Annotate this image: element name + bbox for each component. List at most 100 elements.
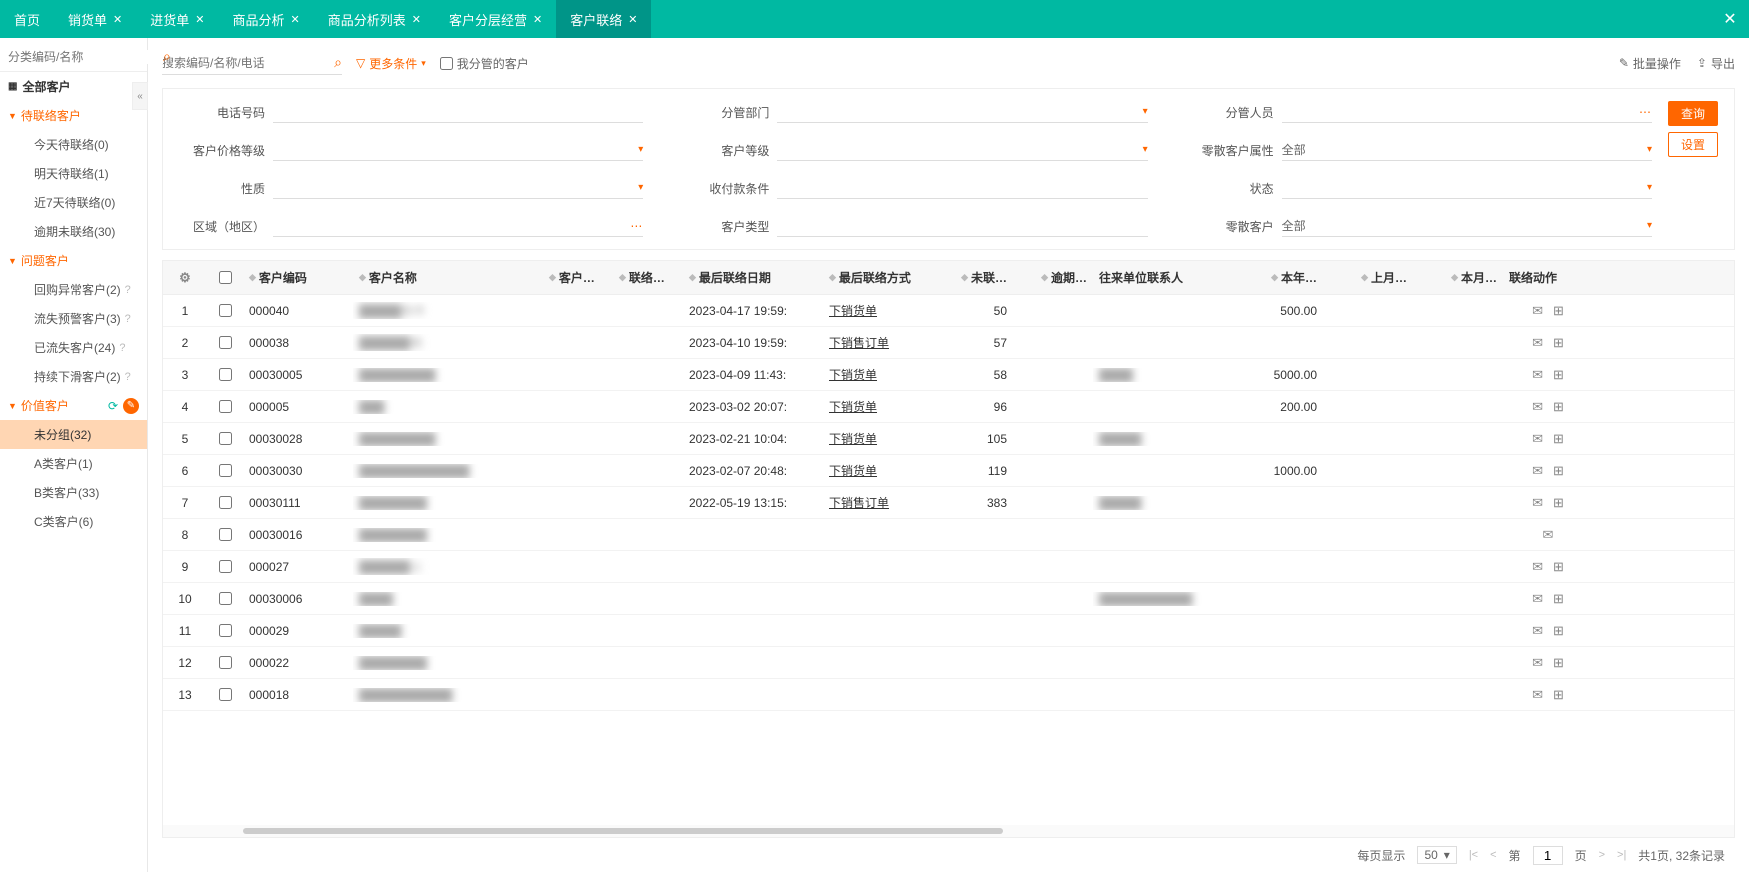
close-icon[interactable]: ✕ (412, 13, 421, 26)
grid-icon[interactable]: ⊞ (1553, 303, 1564, 319)
sidebar-item[interactable]: 回购异常客户(2)? (0, 275, 147, 304)
grid-icon[interactable]: ⊞ (1553, 495, 1564, 511)
close-all-tabs[interactable]: ✕ (1711, 0, 1749, 38)
more-conditions[interactable]: ▽ 更多条件 ▾ (356, 55, 426, 72)
grid-icon[interactable]: ⊞ (1553, 687, 1564, 703)
sidebar-item[interactable]: 明天待联络(1) (0, 159, 147, 188)
row-checkbox[interactable] (219, 432, 232, 445)
refresh-icon[interactable]: ⟳ (108, 399, 118, 413)
method-link[interactable]: 下销货单 (829, 462, 877, 479)
method-link[interactable]: 下销售订单 (829, 334, 889, 351)
col-contact[interactable]: ◆联络… (613, 269, 683, 286)
filter-pay-cond[interactable]: 收付款条件 (683, 177, 1147, 199)
row-checkbox[interactable] (219, 688, 232, 701)
horizontal-scrollbar[interactable] (163, 825, 1734, 837)
grid-icon[interactable]: ⊞ (1553, 431, 1564, 447)
col-last-month[interactable]: ◆上月… (1323, 269, 1413, 286)
method-link[interactable]: 下销货单 (829, 398, 877, 415)
chat-icon[interactable]: ✉ (1532, 367, 1543, 383)
chat-icon[interactable]: ✉ (1532, 687, 1543, 703)
search-icon[interactable]: ⌕ (334, 54, 342, 71)
col-last-method[interactable]: ◆最后联络方式 (823, 269, 933, 286)
close-icon[interactable]: ✕ (195, 13, 204, 26)
method-link[interactable]: 下销售订单 (829, 494, 889, 511)
grid-icon[interactable]: ⊞ (1553, 463, 1564, 479)
sidebar-item[interactable]: A类客户(1) (0, 449, 147, 478)
sidebar-root[interactable]: ▦ 全部客户 (0, 72, 147, 101)
help-icon[interactable]: ? (125, 371, 131, 383)
row-checkbox[interactable] (219, 528, 232, 541)
my-customers-checkbox[interactable]: 我分管的客户 (440, 55, 529, 72)
filter-grade[interactable]: 客户等级▾ (683, 139, 1147, 161)
filter-region[interactable]: 区域（地区）⋯ (179, 215, 643, 237)
chat-icon[interactable]: ✉ (1532, 303, 1543, 319)
query-button[interactable]: 查询 (1668, 101, 1718, 126)
filter-status[interactable]: 状态▾ (1188, 177, 1652, 199)
filter-price-level[interactable]: 客户价格等级▾ (179, 139, 643, 161)
grid-icon[interactable]: ⊞ (1553, 591, 1564, 607)
row-checkbox[interactable] (219, 592, 232, 605)
prev-page[interactable]: < (1490, 849, 1496, 861)
filter-retail-attr[interactable]: 零散客户属性全部▾ (1188, 139, 1652, 161)
chat-icon[interactable]: ✉ (1532, 623, 1543, 639)
col-overdue[interactable]: ◆逾期… (1013, 269, 1093, 286)
tab-客户联络[interactable]: 客户联络✕ (556, 0, 651, 38)
chat-icon[interactable]: ✉ (1532, 431, 1543, 447)
grid-icon[interactable]: ⊞ (1553, 559, 1564, 575)
tab-进货单[interactable]: 进货单✕ (136, 0, 218, 38)
chat-icon[interactable]: ✉ (1532, 655, 1543, 671)
search-icon[interactable]: ⌕ (163, 48, 171, 65)
chat-icon[interactable]: ✉ (1532, 335, 1543, 351)
row-checkbox[interactable] (219, 496, 232, 509)
chat-icon[interactable]: ✉ (1532, 591, 1543, 607)
export-button[interactable]: ⇪导出 (1697, 55, 1735, 72)
tab-商品分析列表[interactable]: 商品分析列表✕ (314, 0, 435, 38)
per-page-select[interactable]: 50▾ (1417, 846, 1456, 864)
close-icon[interactable]: ✕ (291, 13, 300, 26)
grid-icon[interactable]: ⊞ (1553, 335, 1564, 351)
main-search-input[interactable] (162, 52, 334, 74)
tab-客户分层经营[interactable]: 客户分层经营✕ (435, 0, 556, 38)
sidebar-group[interactable]: ▼待联络客户 (0, 101, 147, 130)
col-this-month[interactable]: ◆本月… (1413, 269, 1503, 286)
row-checkbox[interactable] (219, 336, 232, 349)
filter-cust-type[interactable]: 客户类型 (683, 215, 1147, 237)
row-checkbox[interactable] (219, 656, 232, 669)
row-checkbox[interactable] (219, 368, 232, 381)
col-nocontact[interactable]: ◆未联… (933, 269, 1013, 286)
close-icon[interactable]: ✕ (113, 13, 122, 26)
row-checkbox[interactable] (219, 304, 232, 317)
sidebar-item[interactable]: 今天待联络(0) (0, 130, 147, 159)
close-icon[interactable]: ✕ (533, 13, 542, 26)
filter-person[interactable]: 分管人员⋯ (1188, 101, 1652, 123)
sidebar-group[interactable]: ▼问题客户 (0, 246, 147, 275)
row-checkbox[interactable] (219, 400, 232, 413)
sidebar-item[interactable]: 流失预警客户(3)? (0, 304, 147, 333)
chat-icon[interactable]: ✉ (1543, 527, 1554, 543)
row-checkbox[interactable] (219, 624, 232, 637)
sidebar-item[interactable]: C类客户(6) (0, 507, 147, 536)
sidebar-item[interactable]: 近7天待联络(0) (0, 188, 147, 217)
col-last-date[interactable]: ◆最后联络日期 (683, 269, 823, 286)
help-icon[interactable]: ? (125, 284, 131, 296)
sidebar-item[interactable]: 已流失客户(24)? (0, 333, 147, 362)
col-this-year[interactable]: ◆本年… (1223, 269, 1323, 286)
sidebar-item[interactable]: 持续下滑客户(2)? (0, 362, 147, 391)
col-cust[interactable]: ◆客户… (543, 269, 613, 286)
my-customers-input[interactable] (440, 57, 453, 70)
chat-icon[interactable]: ✉ (1532, 495, 1543, 511)
last-page[interactable]: >| (1617, 849, 1626, 861)
sidebar-collapse-toggle[interactable]: « (132, 82, 148, 110)
sidebar-group[interactable]: ▼价值客户⟳✎ (0, 391, 147, 420)
sidebar-item[interactable]: 逾期未联络(30) (0, 217, 147, 246)
help-icon[interactable]: ? (125, 313, 131, 325)
first-page[interactable]: |< (1469, 849, 1478, 861)
chat-icon[interactable]: ✉ (1532, 559, 1543, 575)
sidebar-item[interactable]: 未分组(32) (0, 420, 147, 449)
chat-icon[interactable]: ✉ (1532, 463, 1543, 479)
col-code[interactable]: ◆客户编码 (243, 269, 353, 286)
next-page[interactable]: > (1599, 849, 1605, 861)
filter-nature[interactable]: 性质▾ (179, 177, 643, 199)
grid-icon[interactable]: ⊞ (1553, 367, 1564, 383)
close-icon[interactable]: ✕ (628, 13, 637, 26)
